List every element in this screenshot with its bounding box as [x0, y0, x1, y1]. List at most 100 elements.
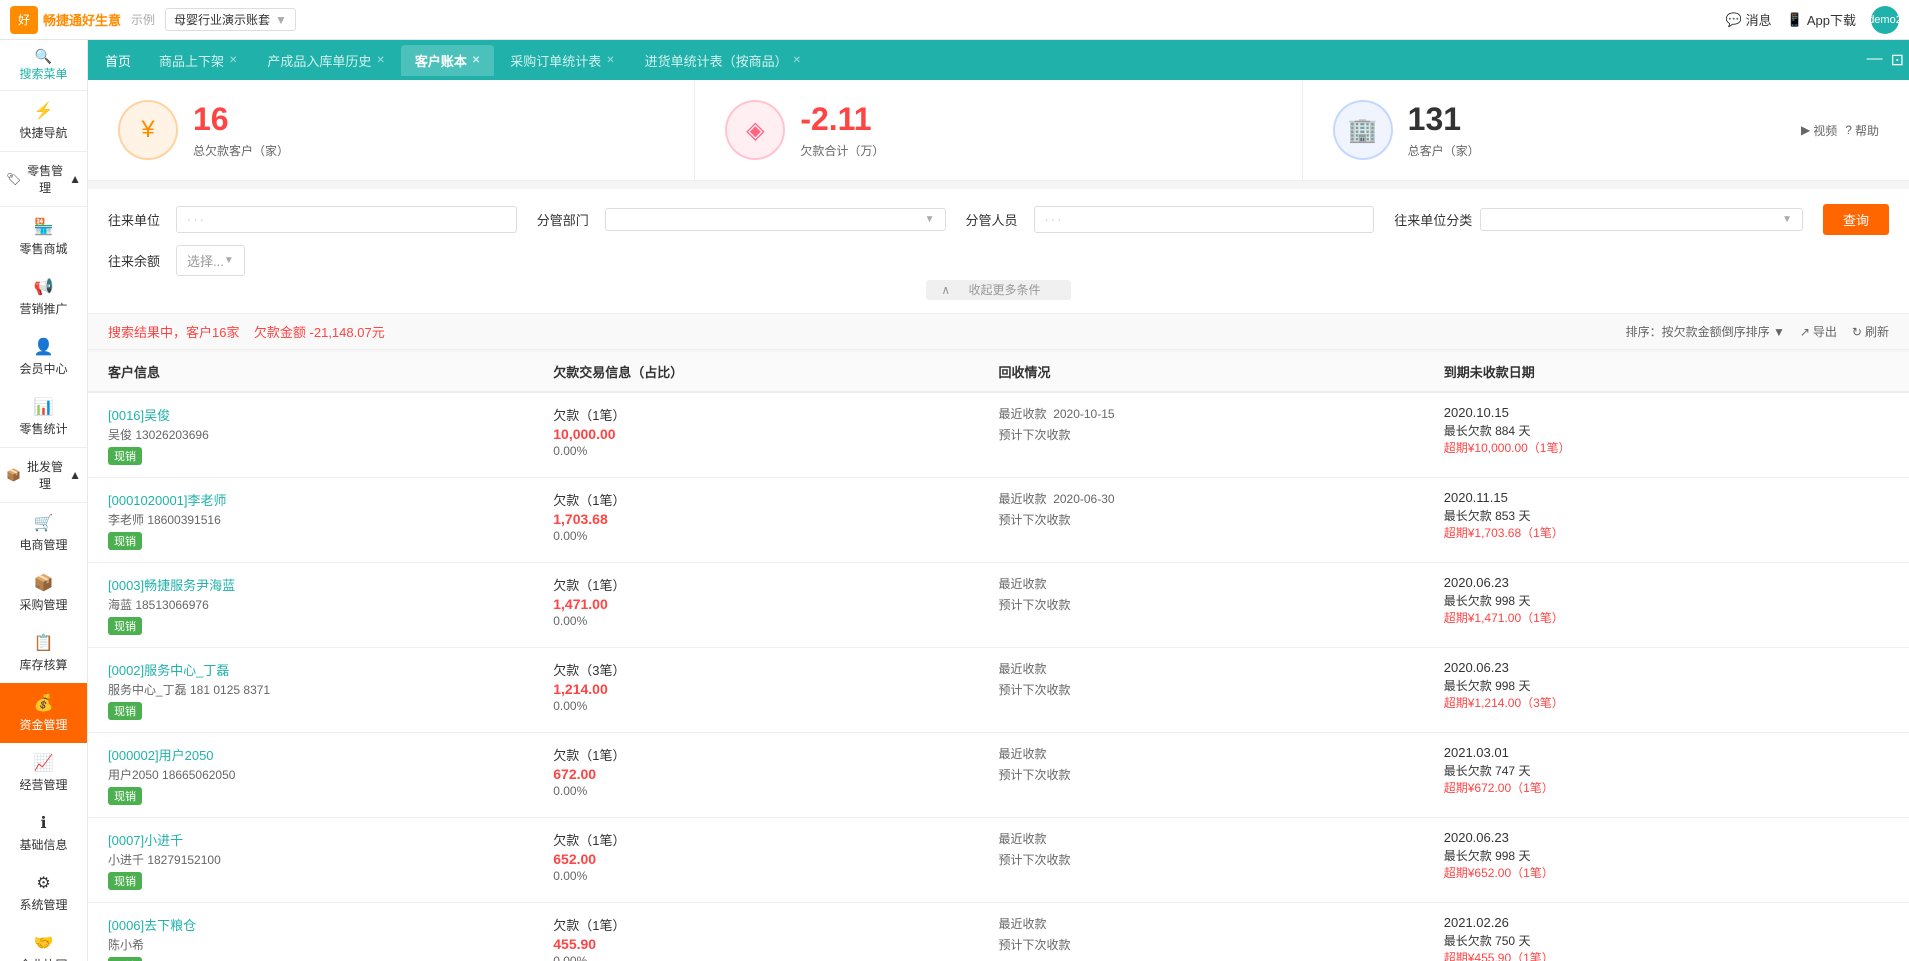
debt-info-2: 欠款（1笔） 1,471.00 0.00% [553, 575, 998, 628]
sidebar-item-purchase[interactable]: 📦 采购管理 [0, 563, 87, 623]
sidebar-item-retail-mgmt[interactable]: 🏷 零售管理 ▲ [0, 152, 87, 207]
return-info-3: 最近收款 预计下次收款 [999, 660, 1444, 698]
stat-label-total-customers: 总客户（家） [1408, 142, 1480, 159]
filter-input-customer[interactable]: ··· [176, 206, 517, 233]
filter-input-category[interactable]: ▼ [1480, 208, 1803, 231]
return-info-5: 最近收款 预计下次收款 [999, 830, 1444, 868]
tab-customer-ledger[interactable]: 客户账本 ✕ [401, 45, 494, 76]
tab-bar: 首页 商品上下架 ✕ 产成品入库单历史 ✕ 客户账本 ✕ 采购订单统计表 ✕ [88, 40, 1909, 80]
tab-close-purchase-stats[interactable]: ✕ [606, 55, 614, 66]
customer-name-4[interactable]: [000002]用户2050 [108, 745, 553, 764]
tab-production-history[interactable]: 产成品入库单历史 ✕ [253, 45, 398, 76]
stat-icon-total: 🏢 [1333, 100, 1393, 160]
sidebar-item-basic-info[interactable]: ℹ 基础信息 [0, 803, 87, 863]
table-row: [0006]去下粮仓 陈小希 现销 欠款（1笔） 455.90 0.00% 最近… [88, 903, 1909, 961]
tab-close-customer-ledger[interactable]: ✕ [472, 55, 480, 66]
col-header-customer: 客户信息 [108, 362, 553, 381]
message-button[interactable]: 💬 消息 [1725, 10, 1771, 29]
return-info-0: 最近收款 2020-10-15 预计下次收款 [999, 405, 1444, 443]
filter-label-dept: 分管部门 [537, 210, 597, 229]
tab-close-production-history[interactable]: ✕ [376, 55, 384, 66]
customer-name-2[interactable]: [0003]畅捷服务尹海蓝 [108, 575, 553, 594]
debt-info-6: 欠款（1笔） 455.90 0.00% [553, 915, 998, 961]
stat-value-total-customers: 131 [1408, 101, 1480, 138]
results-info: 搜索结果中，客户16家 欠款金额 -21,148.07元 [108, 322, 385, 341]
tab-maximize-icon[interactable]: ⊡ [1891, 50, 1904, 70]
sidebar-search[interactable]: 🔍 搜索菜单 [0, 40, 87, 91]
table-row: [000002]用户2050 用户2050 18665062050 现销 欠款（… [88, 733, 1909, 818]
filter-input-manager[interactable]: ··· [1034, 206, 1375, 233]
data-table: 客户信息 欠款交易信息（占比） 回收情况 到期未收款日期 [0016]吴俊 吴俊… [88, 352, 1909, 961]
customer-name-1[interactable]: [0001020001]李老师 [108, 490, 553, 509]
sidebar-item-wholesale-mgmt[interactable]: 📦 批发管理 ▲ [0, 448, 87, 503]
return-info-6: 最近收款 预计下次收款 [999, 915, 1444, 953]
customer-name-5[interactable]: [0007]小进千 [108, 830, 553, 849]
logo: 好 畅捷通好生意 [10, 6, 121, 34]
stat-info-total: 131 总客户（家） [1408, 101, 1480, 159]
table-row: [0016]吴俊 吴俊 13026203696 现销 欠款（1笔） 10,000… [88, 393, 1909, 478]
tab-inventory-stats[interactable]: 进货单统计表（按商品） ✕ [631, 45, 815, 76]
sidebar-item-enterprise-collab[interactable]: 🤝 企业协同 [0, 923, 87, 961]
customer-name-3[interactable]: [0002]服务中心_丁磊 [108, 660, 553, 679]
tab-close-inventory-stats[interactable]: ✕ [793, 55, 801, 66]
due-info-5: 2020.06.23 最长欠款 998 天 超期¥652.00（1笔） [1444, 830, 1889, 881]
customer-name-0[interactable]: [0016]吴俊 [108, 405, 553, 424]
user-menu[interactable]: demo2 [1871, 6, 1899, 34]
filter-item-manager: 分管人员 ··· [966, 206, 1375, 233]
sidebar-item-retail-stats[interactable]: 📊 零售统计 [0, 387, 87, 448]
stat-info-debt-total: -2.11 欠款合计（万） [800, 101, 884, 159]
tab-home[interactable]: 首页 [93, 45, 143, 76]
stat-label-debt-amount: 欠款合计（万） [800, 142, 884, 159]
debt-info-3: 欠款（3笔） 1,214.00 0.00% [553, 660, 998, 713]
sidebar-item-ecommerce[interactable]: 🛒 电商管理 [0, 503, 87, 563]
sidebar-item-member[interactable]: 👤 会员中心 [0, 327, 87, 387]
stat-icon-debt: ¥ [118, 100, 178, 160]
sidebar-item-system[interactable]: ⚙ 系统管理 [0, 863, 87, 923]
customer-info-5: [0007]小进千 小进千 18279152100 现销 [108, 830, 553, 890]
results-actions: 排序：按欠款金额倒序排序 ▼ ↗ 导出 ↻ 刷新 [1626, 323, 1889, 340]
sidebar-item-marketing[interactable]: 📢 营销推广 [0, 267, 87, 327]
sidebar: 🔍 搜索菜单 ⚡ 快捷导航 🏷 零售管理 ▲ 🏪 零售商城 📢 营销推广 � [0, 40, 88, 961]
due-info-3: 2020.06.23 最长欠款 998 天 超期¥1,214.00（3笔） [1444, 660, 1889, 711]
tab-products-listing[interactable]: 商品上下架 ✕ [145, 45, 251, 76]
video-action[interactable]: ▶视频 [1801, 122, 1837, 139]
stat-actions: ▶视频 ?帮助 [1801, 122, 1879, 139]
tab-purchase-stats[interactable]: 采购订单统计表 ✕ [496, 45, 628, 76]
company-selector[interactable]: 母婴行业演示账套 ▼ [165, 8, 296, 31]
export-button[interactable]: ↗ 导出 [1800, 323, 1837, 340]
filter-item-dept: 分管部门 ▼ [537, 208, 946, 231]
filter-label-customer: 往来单位 [108, 210, 168, 229]
sidebar-item-inventory[interactable]: 📋 库存核算 [0, 623, 87, 683]
due-info-0: 2020.10.15 最长欠款 884 天 超期¥10,000.00（1笔） [1444, 405, 1889, 456]
category-dropdown-arrow: ▼ [1782, 214, 1792, 225]
balance-dropdown-arrow: ▼ [224, 255, 234, 266]
help-action[interactable]: ?帮助 [1845, 122, 1879, 139]
tab-minimize-icon[interactable]: — [1867, 50, 1883, 70]
dept-dropdown-arrow: ▼ [925, 214, 935, 225]
filter-input-dept[interactable]: ▼ [605, 208, 946, 231]
sidebar-item-operations[interactable]: 📈 经营管理 [0, 743, 87, 803]
stat-label-debt-customers: 总欠款客户（家） [193, 142, 289, 159]
stat-card-debt-total: ◈ -2.11 欠款合计（万） [695, 80, 1302, 180]
filter-collapse-toggle[interactable]: ∧ 收起更多条件 [108, 276, 1889, 303]
tab-close-products-listing[interactable]: ✕ [229, 55, 237, 66]
sidebar-item-retail-mall[interactable]: 🏪 零售商城 [0, 207, 87, 267]
return-info-2: 最近收款 预计下次收款 [999, 575, 1444, 613]
filter-label-balance: 往来余额 [108, 251, 168, 270]
stat-card-total-customers: 🏢 131 总客户（家） ▶视频 ?帮助 [1303, 80, 1909, 180]
sort-selector[interactable]: 排序：按欠款金额倒序排序 ▼ [1626, 323, 1785, 340]
return-info-1: 最近收款 2020-06-30 预计下次收款 [999, 490, 1444, 528]
due-info-2: 2020.06.23 最长欠款 998 天 超期¥1,471.00（1笔） [1444, 575, 1889, 626]
filter-label-category: 往来单位分类 [1394, 210, 1472, 229]
filter-input-balance[interactable]: 选择... ▼ [176, 245, 245, 276]
query-button[interactable]: 查询 [1823, 204, 1889, 235]
sidebar-item-quick-nav[interactable]: ⚡ 快捷导航 [0, 91, 87, 152]
refresh-button[interactable]: ↻ 刷新 [1852, 323, 1889, 340]
customer-name-6[interactable]: [0006]去下粮仓 [108, 915, 553, 934]
app-download-button[interactable]: 📱 App下载 [1787, 10, 1856, 29]
customer-info-3: [0002]服务中心_丁磊 服务中心_丁磊 181 0125 8371 现销 [108, 660, 553, 720]
stat-value-debt-customers: 16 [193, 101, 289, 138]
sidebar-item-finance[interactable]: 💰 资金管理 [0, 683, 87, 743]
col-header-debt: 欠款交易信息（占比） [553, 362, 998, 381]
debt-info-1: 欠款（1笔） 1,703.68 0.00% [553, 490, 998, 543]
